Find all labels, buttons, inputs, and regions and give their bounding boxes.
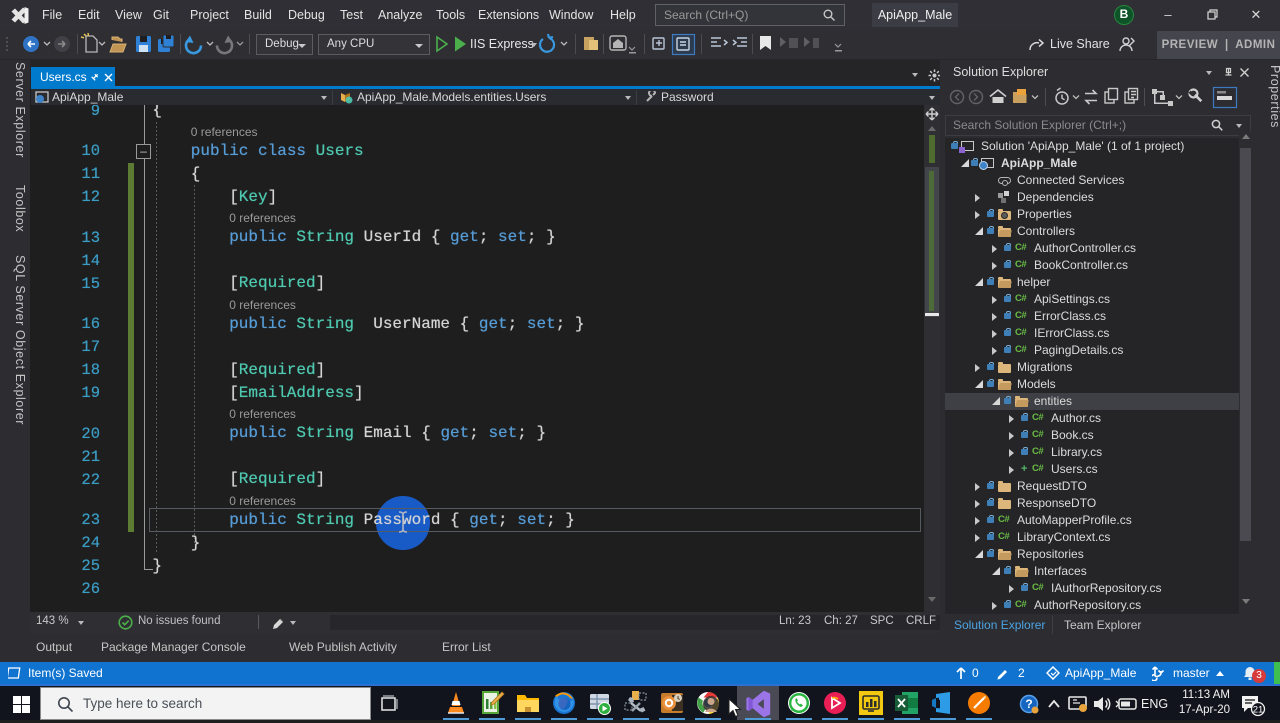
svg-text:21: 21	[1253, 705, 1264, 716]
svg-text:?: ?	[1025, 697, 1032, 711]
